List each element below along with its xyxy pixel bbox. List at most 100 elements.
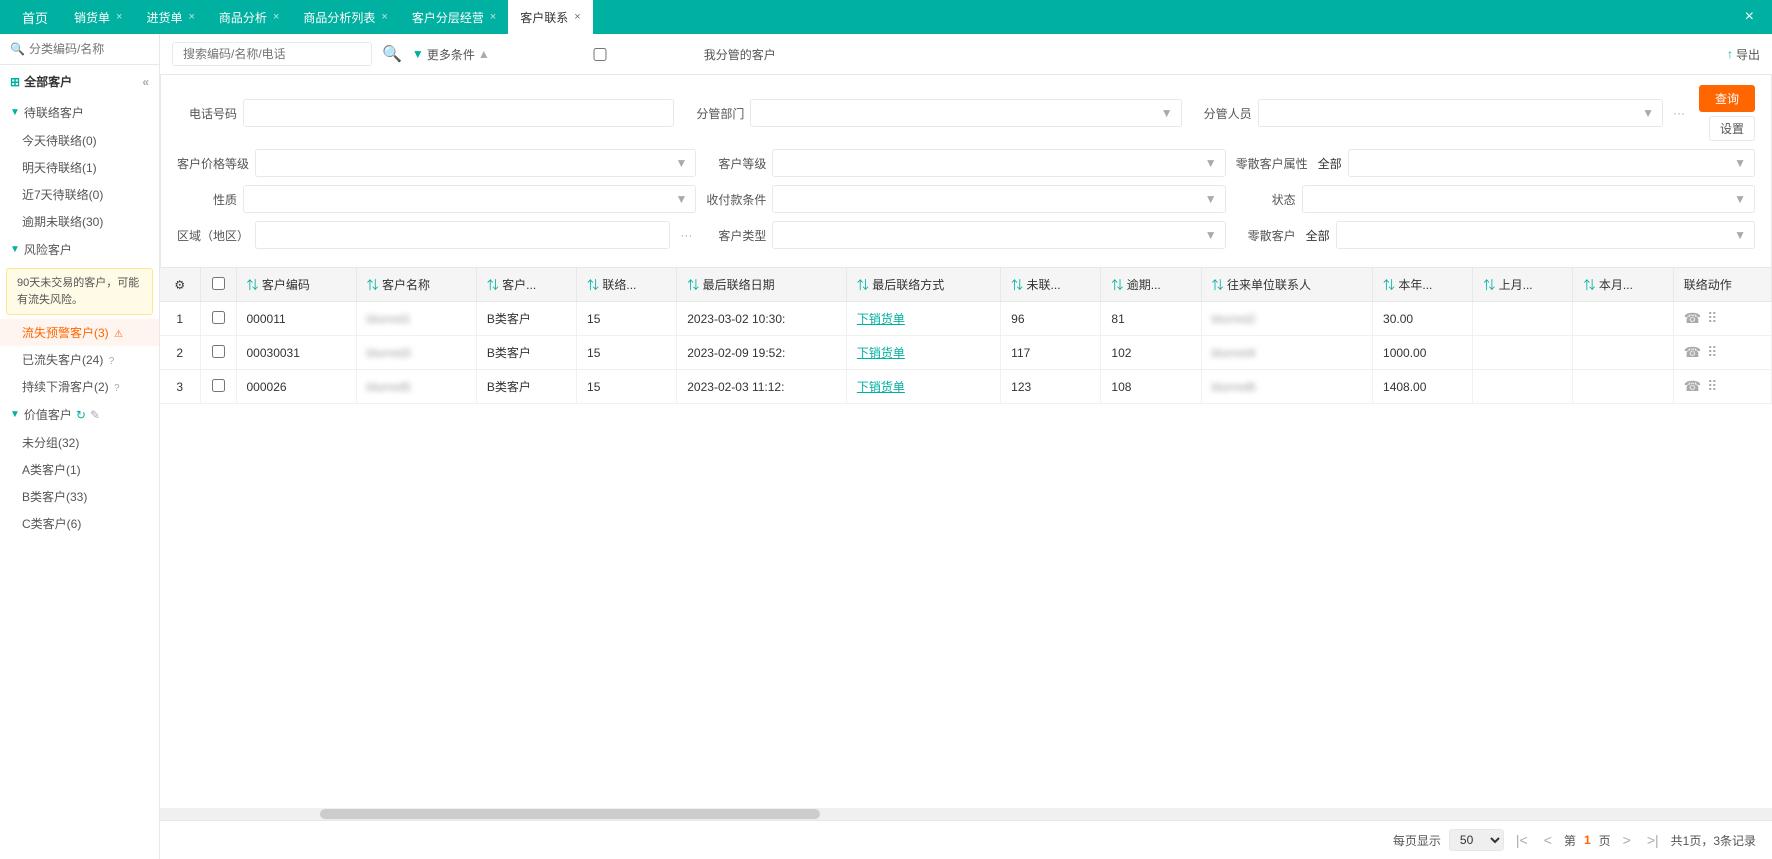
col-name-header[interactable]: ⇅ 客户名称 — [356, 268, 476, 302]
filter-select-payment[interactable]: ▼ — [772, 185, 1225, 213]
col-contact-header[interactable]: ⇅ 联络... — [577, 268, 677, 302]
search-input[interactable] — [172, 42, 372, 66]
window-close-button[interactable]: × — [1735, 8, 1764, 26]
filter-field-scatter: 零散客户 全部 ▼ — [1236, 221, 1755, 249]
sidebar-item-a-class[interactable]: A类客户(1) — [0, 456, 159, 483]
filter-input-phone[interactable] — [243, 99, 674, 127]
per-page-select[interactable]: 50 100 — [1449, 829, 1504, 851]
my-customers-checkbox[interactable] — [500, 48, 700, 61]
sidebar-all-customers[interactable]: ⊞ 全部客户 « — [0, 65, 159, 98]
nav-tab-salesorder[interactable]: 销货单 × — [62, 0, 134, 34]
filter-more-region-button[interactable]: ··· — [676, 228, 696, 242]
cell-lastway-0[interactable]: 下销货单 — [846, 302, 1000, 336]
more-actions-icon-0[interactable]: ⠿ — [1707, 310, 1717, 327]
scatterprop-value: 全部 — [1318, 155, 1342, 172]
close-productanalysislist-icon[interactable]: × — [381, 11, 387, 23]
sidebar-item-c-class[interactable]: C类客户(6) — [0, 510, 159, 537]
more-actions-icon-2[interactable]: ⠿ — [1707, 378, 1717, 395]
col-lastdate-header[interactable]: ⇅ 最后联络日期 — [677, 268, 847, 302]
col-lastwaydate-header[interactable]: ⇅ 最后联络方式 — [846, 268, 1000, 302]
sidebar-item-ungrouped[interactable]: 未分组(32) — [0, 429, 159, 456]
col-thisyear-header[interactable]: ⇅ 本年... — [1373, 268, 1473, 302]
refresh-icon[interactable]: ↻ — [76, 408, 86, 422]
cell-check-0[interactable] — [200, 302, 236, 336]
scrollbar-thumb[interactable] — [320, 809, 820, 819]
last-contact-way-link-0[interactable]: 下销货单 — [857, 312, 905, 326]
filter-icon: ▼ — [412, 47, 424, 61]
sidebar-item-overdue[interactable]: 逾期未联络(30) — [0, 208, 159, 235]
cell-check-1[interactable] — [200, 336, 236, 370]
nav-tab-customerlayer[interactable]: 客户分层经营 × — [400, 0, 508, 34]
col-settings[interactable]: ⚙ — [160, 268, 200, 302]
nav-tab-productanalysislist[interactable]: 商品分析列表 × — [291, 0, 399, 34]
col-checkbox[interactable] — [200, 268, 236, 302]
cell-lastway-1[interactable]: 下销货单 — [846, 336, 1000, 370]
filter-panel: 电话号码 分管部门 ▼ 分管人员 ▼ ··· — [160, 75, 1772, 268]
settings-button[interactable]: 设置 — [1709, 116, 1755, 141]
row-checkbox-2[interactable] — [212, 379, 225, 392]
query-button[interactable]: 查询 — [1699, 85, 1755, 112]
row-checkbox-1[interactable] — [212, 345, 225, 358]
contact-icon-0[interactable]: ☎ — [1684, 310, 1701, 327]
filter-select-scatterprop[interactable]: ▼ — [1348, 149, 1755, 177]
sidebar-collapse-button[interactable]: « — [142, 75, 149, 89]
filter-caret-icon: ▲ — [478, 47, 490, 61]
close-salesorder-icon[interactable]: × — [116, 11, 122, 23]
filter-select-pricelevel[interactable]: ▼ — [255, 149, 696, 177]
filter-select-status[interactable]: ▼ — [1302, 185, 1755, 213]
sidebar-section-value[interactable]: ▼ 价值客户 ↻ ✎ — [0, 400, 159, 429]
close-customerlayer-icon[interactable]: × — [490, 11, 496, 23]
col-uncontacted-header[interactable]: ⇅ 未联... — [1001, 268, 1101, 302]
sidebar-search-input[interactable] — [29, 42, 149, 56]
next-page-button[interactable]: > — [1619, 830, 1635, 850]
filter-select-scatter[interactable]: ▼ — [1336, 221, 1755, 249]
sidebar-item-churn-warning[interactable]: 流失预警客户(3) ⚠ — [0, 319, 159, 346]
close-purchaseorder-icon[interactable]: × — [188, 11, 194, 23]
filter-select-nature[interactable]: ▼ — [243, 185, 696, 213]
prev-page-button[interactable]: < — [1540, 830, 1556, 850]
select-all-checkbox[interactable] — [212, 277, 225, 290]
nav-tab-purchaseorder[interactable]: 进货单 × — [134, 0, 206, 34]
filter-select-dept[interactable]: ▼ — [750, 99, 1181, 127]
contact-icon-1[interactable]: ☎ — [1684, 344, 1701, 361]
my-customers-checkbox-label[interactable]: 我分管的客户 — [500, 46, 776, 63]
cell-lastway-2[interactable]: 下销货单 — [846, 370, 1000, 404]
more-actions-icon-1[interactable]: ⠿ — [1707, 344, 1717, 361]
filter-select-region[interactable] — [255, 221, 670, 249]
nav-tab-customercontact[interactable]: 客户联系 × — [508, 0, 592, 34]
last-page-button[interactable]: >| — [1643, 830, 1663, 850]
filter-more-button[interactable]: ▼ 更多条件 ▲ — [412, 46, 490, 63]
sidebar-item-today[interactable]: 今天待联络(0) — [0, 127, 159, 154]
col-code-header[interactable]: ⇅ 客户编码 — [236, 268, 356, 302]
sidebar-item-declining[interactable]: 持续下滑客户(2) ? — [0, 373, 159, 400]
nav-home[interactable]: 首页 — [8, 0, 62, 34]
filter-more-person-button[interactable]: ··· — [1669, 106, 1689, 120]
last-contact-way-link-2[interactable]: 下销货单 — [857, 380, 905, 394]
horizontal-scrollbar[interactable] — [160, 808, 1772, 820]
contact-icon-2[interactable]: ☎ — [1684, 378, 1701, 395]
nav-tab-productanalysis[interactable]: 商品分析 × — [207, 0, 291, 34]
cell-check-2[interactable] — [200, 370, 236, 404]
sidebar-item-churned[interactable]: 已流失客户(24) ? — [0, 346, 159, 373]
filter-select-customertype[interactable]: ▼ — [772, 221, 1225, 249]
edit-icon[interactable]: ✎ — [90, 408, 100, 422]
close-productanalysis-icon[interactable]: × — [273, 11, 279, 23]
col-contactperson-header[interactable]: ⇅ 往来单位联系人 — [1201, 268, 1372, 302]
sidebar-item-7days[interactable]: 近7天待联络(0) — [0, 181, 159, 208]
sidebar-item-b-class[interactable]: B类客户(33) — [0, 483, 159, 510]
sidebar-section-pending[interactable]: ▼ 待联络客户 — [0, 98, 159, 127]
filter-select-person[interactable]: ▼ — [1258, 99, 1663, 127]
row-checkbox-0[interactable] — [212, 311, 225, 324]
search-button[interactable]: 🔍 — [382, 44, 402, 64]
first-page-button[interactable]: |< — [1512, 830, 1532, 850]
sidebar-item-tomorrow[interactable]: 明天待联络(1) — [0, 154, 159, 181]
last-contact-way-link-1[interactable]: 下销货单 — [857, 346, 905, 360]
filter-select-customerlevel[interactable]: ▼ — [772, 149, 1225, 177]
sidebar-section-risk[interactable]: ▼ 风险客户 — [0, 235, 159, 264]
col-overdue-header[interactable]: ⇅ 逾期... — [1101, 268, 1201, 302]
col-thismonth-header[interactable]: ⇅ 本月... — [1573, 268, 1673, 302]
export-button[interactable]: ↑ 导出 — [1727, 46, 1760, 63]
col-type-header[interactable]: ⇅ 客户... — [476, 268, 576, 302]
col-lastmonth-header[interactable]: ⇅ 上月... — [1473, 268, 1573, 302]
close-customercontact-icon[interactable]: × — [574, 11, 580, 23]
